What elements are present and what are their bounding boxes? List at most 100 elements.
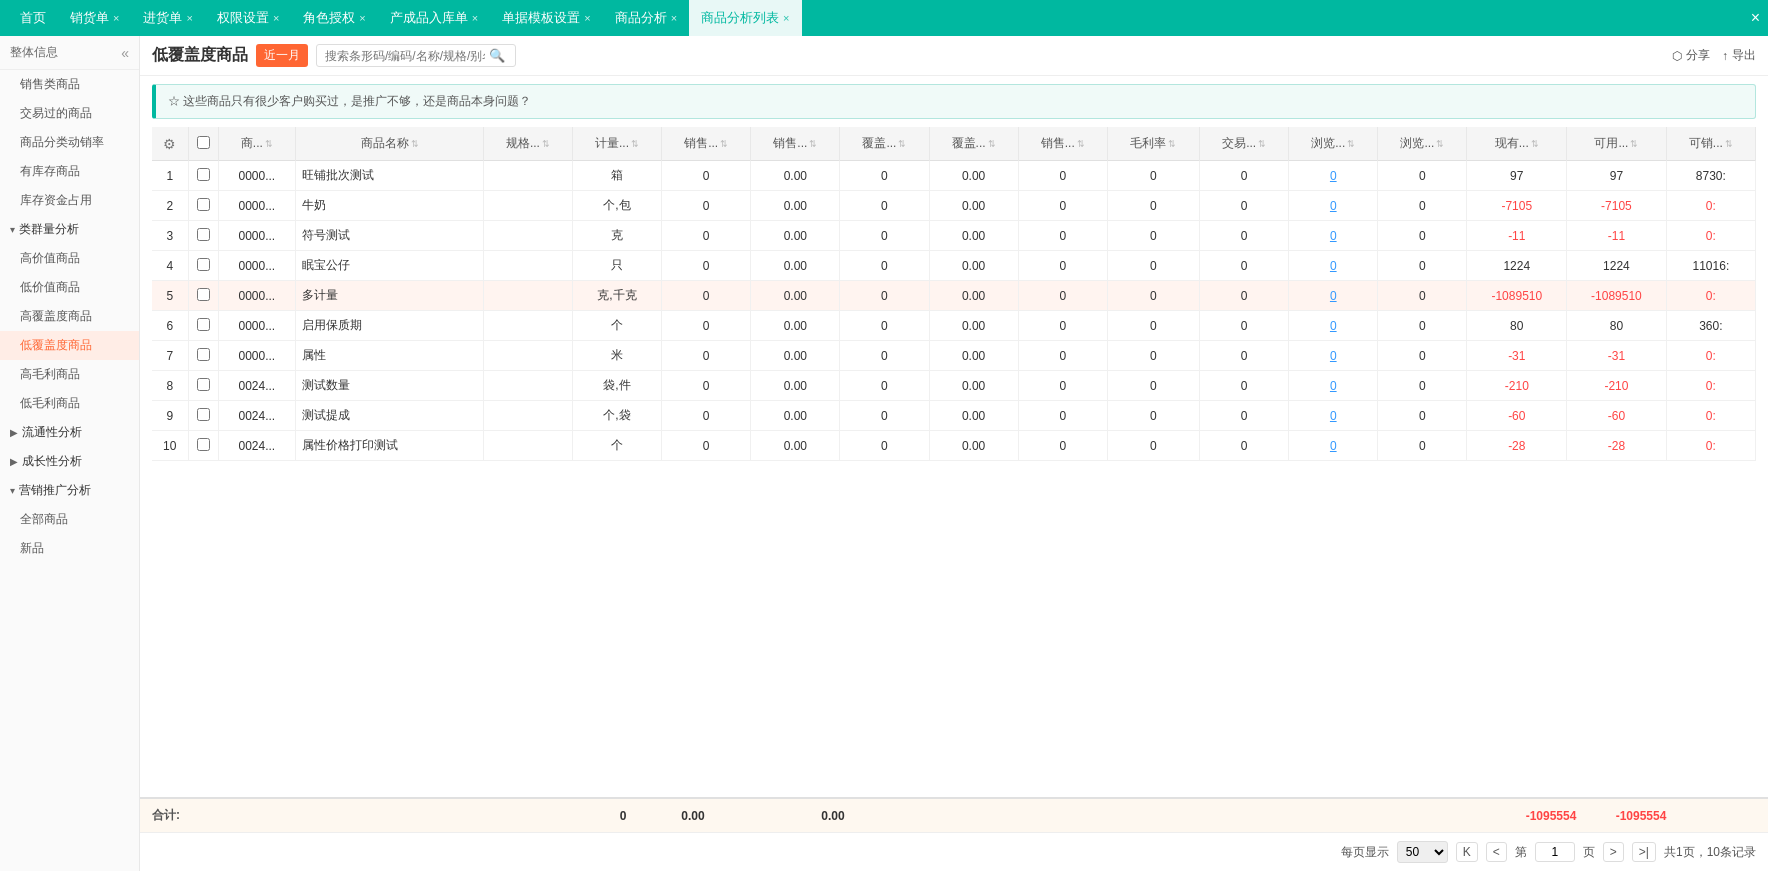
col-current-stock[interactable]: 现有...⇅: [1467, 127, 1567, 161]
close-roles-icon[interactable]: ×: [359, 12, 365, 24]
sidebar-item-stock-capital[interactable]: 库存资金占用: [0, 186, 139, 215]
close-analysis-icon[interactable]: ×: [671, 12, 677, 24]
nav-item-roles[interactable]: 角色授权 ×: [291, 0, 377, 36]
row-sellable: 0:: [1666, 281, 1755, 311]
sidebar-item-all-goods[interactable]: 全部商品: [0, 505, 139, 534]
row-checkbox[interactable]: [197, 348, 210, 361]
row-checkbox-cell[interactable]: [188, 251, 218, 281]
col-gross-margin[interactable]: 毛利率⇅: [1107, 127, 1199, 161]
col-coverage1[interactable]: 覆盖...⇅: [840, 127, 929, 161]
row-browse1[interactable]: 0: [1289, 341, 1378, 371]
row-checkbox[interactable]: [197, 378, 210, 391]
nav-item-home[interactable]: 首页: [8, 0, 58, 36]
sidebar-item-traded-goods[interactable]: 交易过的商品: [0, 99, 139, 128]
close-template-icon[interactable]: ×: [584, 12, 590, 24]
row-browse1[interactable]: 0: [1289, 401, 1378, 431]
row-checkbox[interactable]: [197, 318, 210, 331]
row-checkbox[interactable]: [197, 228, 210, 241]
next-page-button[interactable]: >: [1603, 842, 1624, 862]
sidebar-item-low-value[interactable]: 低价值商品: [0, 273, 139, 302]
row-checkbox[interactable]: [197, 168, 210, 181]
close-all-button[interactable]: ×: [1751, 9, 1760, 27]
sidebar-section-category[interactable]: ▾ 类群量分析: [0, 215, 139, 244]
row-checkbox-cell[interactable]: [188, 161, 218, 191]
row-browse1[interactable]: 0: [1289, 251, 1378, 281]
row-browse1[interactable]: 0: [1289, 371, 1378, 401]
sidebar-section-growth[interactable]: ▶ 成长性分析: [0, 447, 139, 476]
sidebar-item-high-margin[interactable]: 高毛利商品: [0, 360, 139, 389]
page-number-input[interactable]: [1535, 842, 1575, 862]
row-checkbox-cell[interactable]: [188, 401, 218, 431]
col-sales3[interactable]: 销售...⇅: [1018, 127, 1107, 161]
row-checkbox-cell[interactable]: [188, 371, 218, 401]
row-checkbox[interactable]: [197, 408, 210, 421]
close-permissions-icon[interactable]: ×: [273, 12, 279, 24]
row-checkbox[interactable]: [197, 198, 210, 211]
col-browse1[interactable]: 浏览...⇅: [1289, 127, 1378, 161]
col-sellable[interactable]: 可销...⇅: [1666, 127, 1755, 161]
row-checkbox-cell[interactable]: [188, 191, 218, 221]
time-filter-button[interactable]: 近一月: [256, 44, 308, 67]
nav-item-permissions[interactable]: 权限设置 ×: [205, 0, 291, 36]
row-checkbox[interactable]: [197, 288, 210, 301]
nav-item-purchase[interactable]: 进货单 ×: [131, 0, 204, 36]
row-checkbox-cell[interactable]: [188, 341, 218, 371]
col-name[interactable]: 商品名称⇅: [296, 127, 484, 161]
row-browse1[interactable]: 0: [1289, 311, 1378, 341]
nav-item-analysis[interactable]: 商品分析 ×: [603, 0, 689, 36]
sidebar-item-new-goods[interactable]: 新品: [0, 534, 139, 563]
sidebar-item-high-value[interactable]: 高价值商品: [0, 244, 139, 273]
row-browse1[interactable]: 0: [1289, 281, 1378, 311]
first-page-button[interactable]: K: [1456, 842, 1478, 862]
prev-page-button[interactable]: <: [1486, 842, 1507, 862]
col-code[interactable]: 商...⇅: [218, 127, 296, 161]
col-checkbox[interactable]: [188, 127, 218, 161]
row-checkbox-cell[interactable]: [188, 281, 218, 311]
close-purchase-icon[interactable]: ×: [186, 12, 192, 24]
col-browse2[interactable]: 浏览...⇅: [1378, 127, 1467, 161]
select-all-checkbox[interactable]: [197, 136, 210, 149]
col-spec[interactable]: 规格...⇅: [483, 127, 572, 161]
row-checkbox[interactable]: [197, 258, 210, 271]
close-analysis-list-icon[interactable]: ×: [783, 12, 789, 24]
row-browse1[interactable]: 0: [1289, 221, 1378, 251]
row-browse1[interactable]: 0: [1289, 191, 1378, 221]
search-input[interactable]: [325, 49, 485, 63]
sidebar-section-marketing[interactable]: ▾ 营销推广分析: [0, 476, 139, 505]
nav-item-analysis-list[interactable]: 商品分析列表 ×: [689, 0, 801, 36]
export-button[interactable]: ↑ 导出: [1722, 47, 1756, 64]
sidebar-item-sales-goods[interactable]: 销售类商品: [0, 70, 139, 99]
sidebar-item-category-rate[interactable]: 商品分类动销率: [0, 128, 139, 157]
col-coverage2[interactable]: 覆盖...⇅: [929, 127, 1018, 161]
data-table-container[interactable]: ⚙ 商...⇅ 商品名称⇅ 规格...⇅: [152, 127, 1756, 797]
last-page-button[interactable]: >|: [1632, 842, 1656, 862]
page-size-select[interactable]: 50 100 200: [1397, 841, 1448, 863]
col-settings[interactable]: ⚙: [152, 127, 188, 161]
row-checkbox[interactable]: [197, 438, 210, 451]
share-button[interactable]: ⬡ 分享: [1672, 47, 1710, 64]
row-checkbox-cell[interactable]: [188, 431, 218, 461]
row-checkbox-cell[interactable]: [188, 311, 218, 341]
row-unit: 个,袋: [572, 401, 661, 431]
sidebar-item-low-margin[interactable]: 低毛利商品: [0, 389, 139, 418]
row-browse1[interactable]: 0: [1289, 431, 1378, 461]
sidebar-collapse-button[interactable]: «: [121, 45, 129, 61]
search-icon[interactable]: 🔍: [489, 48, 505, 63]
col-unit[interactable]: 计量...⇅: [572, 127, 661, 161]
close-finished-goods-icon[interactable]: ×: [472, 12, 478, 24]
col-available-stock[interactable]: 可用...⇅: [1567, 127, 1667, 161]
nav-item-template[interactable]: 单据模板设置 ×: [490, 0, 602, 36]
close-sales-icon[interactable]: ×: [113, 12, 119, 24]
nav-item-sales[interactable]: 销货单 ×: [58, 0, 131, 36]
sidebar-section-liquidity[interactable]: ▶ 流通性分析: [0, 418, 139, 447]
sidebar-item-low-coverage[interactable]: 低覆盖度商品: [0, 331, 139, 360]
col-sales-qty[interactable]: 销售...⇅: [662, 127, 751, 161]
row-browse1[interactable]: 0: [1289, 161, 1378, 191]
sidebar-item-high-coverage[interactable]: 高覆盖度商品: [0, 302, 139, 331]
row-checkbox-cell[interactable]: [188, 221, 218, 251]
nav-item-finished-goods[interactable]: 产成品入库单 ×: [378, 0, 490, 36]
col-sales-amount[interactable]: 销售...⇅: [751, 127, 840, 161]
col-trade[interactable]: 交易...⇅: [1200, 127, 1289, 161]
sidebar-item-in-stock[interactable]: 有库存商品: [0, 157, 139, 186]
settings-icon[interactable]: ⚙: [163, 136, 176, 152]
